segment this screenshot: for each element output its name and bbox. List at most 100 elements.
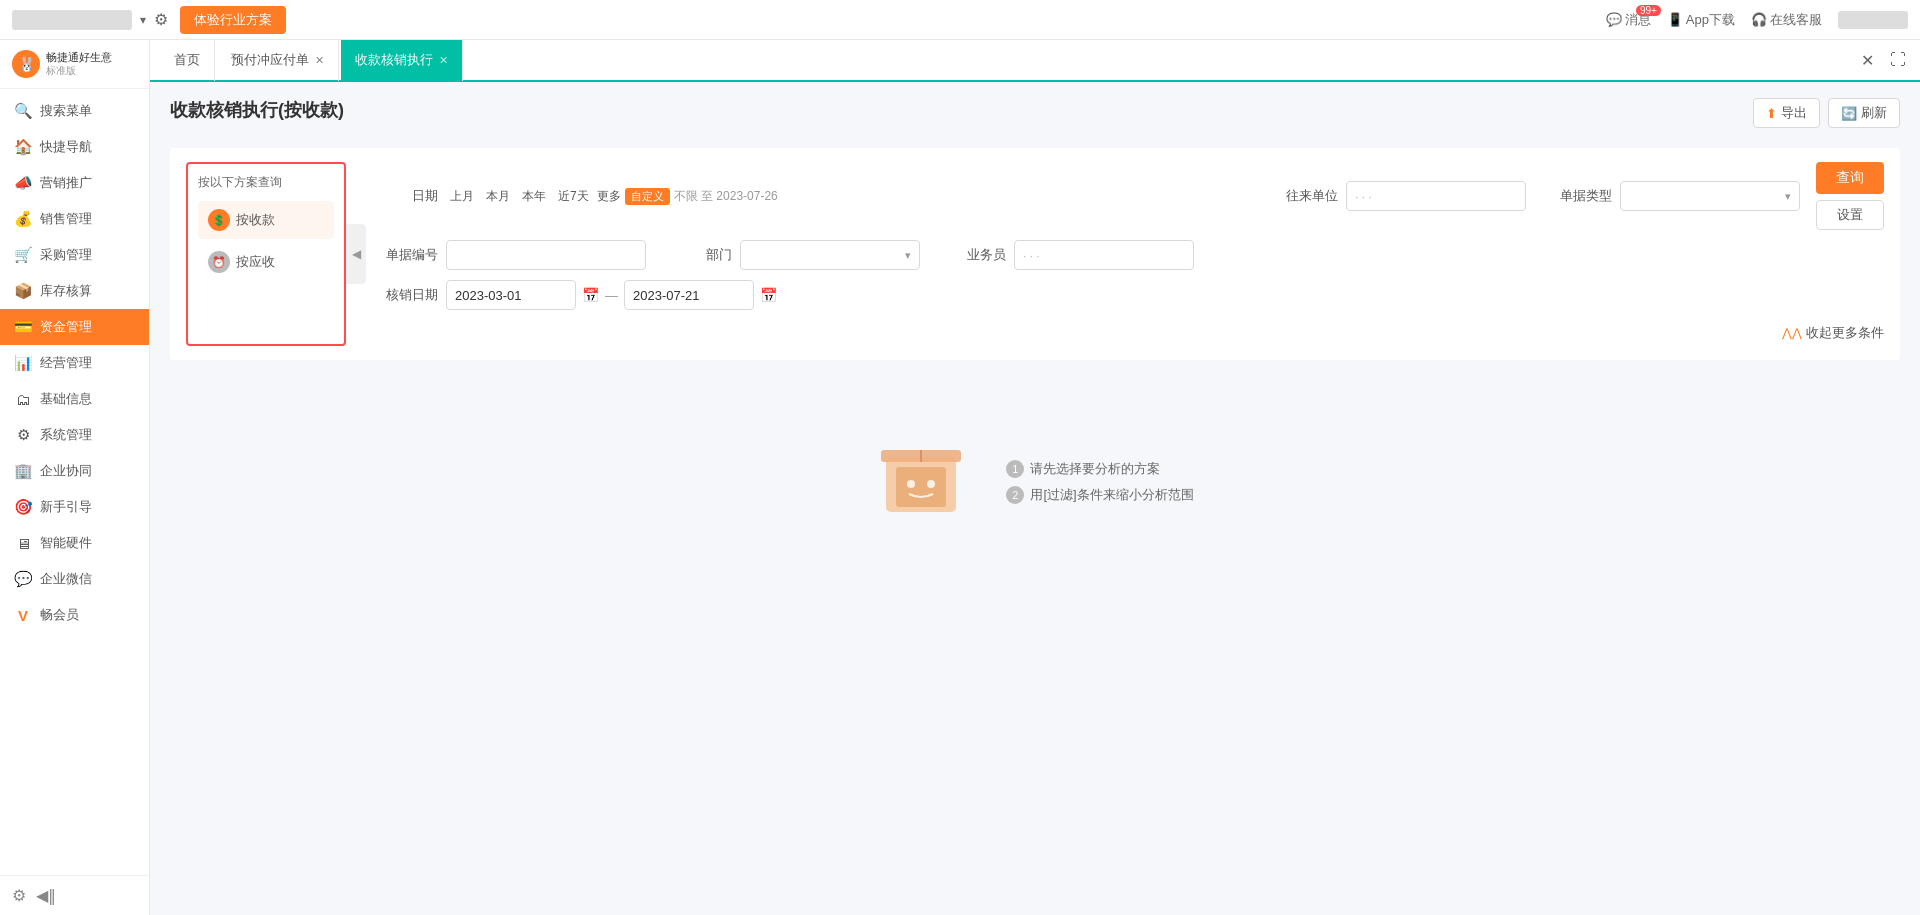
verify-date-start-input[interactable]	[446, 280, 576, 310]
tab-expand-button[interactable]: ⛶	[1886, 47, 1910, 74]
top-bar-dropdown-arrow[interactable]: ▾	[140, 13, 146, 27]
query-button[interactable]: 查询	[1816, 162, 1884, 194]
empty-hint-2: 2 用[过滤]条件来缩小分析范围	[1006, 486, 1193, 504]
receivable-icon: ⏰	[208, 251, 230, 273]
calendar-end-icon[interactable]: 📅	[760, 287, 777, 303]
partner-label: 往来单位	[1268, 187, 1338, 205]
sidebar-item-business[interactable]: 📊 经营管理	[0, 345, 149, 381]
tab-close-prepay[interactable]: ✕	[315, 54, 324, 67]
sidebar-logo-text: 畅捷通好生意 标准版	[46, 50, 112, 78]
partner-dots: ···	[1355, 189, 1375, 204]
hint-2-number: 2	[1006, 486, 1024, 504]
inventory-icon: 📦	[14, 282, 32, 300]
tab-close-collection[interactable]: ✕	[439, 54, 448, 67]
date-last-month[interactable]: 上月	[446, 186, 478, 207]
date-7days[interactable]: 近7天	[554, 186, 593, 207]
user-avatar[interactable]	[1838, 11, 1908, 29]
message-button[interactable]: 💬 消息 99+	[1606, 11, 1651, 29]
query-form: 日期 上月 本月 本年 近7天 更多 自定义 不限 至 2023-07-26	[378, 162, 1884, 346]
member-icon: V	[14, 607, 32, 624]
collapse-more-button[interactable]: ⋀⋀ 收起更多条件	[1782, 320, 1884, 346]
date-this-month[interactable]: 本月	[482, 186, 514, 207]
sidebar-bottom: ⚙ ◀‖	[0, 875, 149, 915]
filter-by-collection[interactable]: 💲 按收款	[198, 201, 334, 239]
tab-bar: 首页 预付冲应付单 ✕ 收款核销执行 ✕ ✕ ⛶	[150, 40, 1920, 82]
doc-type-select[interactable]: ▾	[1620, 181, 1800, 211]
collapse-left-icon: ◀	[352, 247, 361, 261]
doc-number-filter-group: 单据编号	[378, 240, 646, 270]
sidebar-item-wechat[interactable]: 💬 企业微信	[0, 561, 149, 597]
sidebar-item-nav[interactable]: 🏠 快捷导航	[0, 129, 149, 165]
hint-1-number: 1	[1006, 460, 1024, 478]
sidebar-item-marketing[interactable]: 📣 营销推广	[0, 165, 149, 201]
empty-texts: 1 请先选择要分析的方案 2 用[过滤]条件来缩小分析范围	[1006, 460, 1193, 504]
sidebar-item-base[interactable]: 🗂 基础信息	[0, 381, 149, 417]
wechat-icon: 💬	[14, 570, 32, 588]
date-label: 日期	[378, 187, 438, 205]
sidebar-item-guide[interactable]: 🎯 新手引导	[0, 489, 149, 525]
date-more[interactable]: 更多	[597, 188, 621, 205]
guide-icon: 🎯	[14, 498, 32, 516]
sidebar-item-search[interactable]: 🔍 搜索菜单	[0, 93, 149, 129]
hardware-icon: 🖥	[14, 535, 32, 552]
tab-prepay[interactable]: 预付冲应付单 ✕	[217, 40, 339, 81]
svg-point-2	[907, 480, 915, 488]
tab-collection[interactable]: 收款核销执行 ✕	[341, 40, 463, 81]
sidebar-item-system[interactable]: ⚙ 系统管理	[0, 417, 149, 453]
collapse-sidebar-icon[interactable]: ◀‖	[36, 886, 56, 905]
export-button[interactable]: ⬆ 导出	[1753, 98, 1820, 128]
doc-type-filter-group: 单据类型 ▾	[1542, 181, 1800, 211]
tab-home[interactable]: 首页	[160, 40, 215, 81]
doc-type-label: 单据类型	[1542, 187, 1612, 205]
page-toolbar: ⬆ 导出 🔄 刷新	[1753, 98, 1900, 128]
top-bar-right: 💬 消息 99+ 📱 App下载 🎧 在线客服	[1606, 11, 1908, 29]
empty-hint-1: 1 请先选择要分析的方案	[1006, 460, 1193, 478]
verify-date-end-input[interactable]	[624, 280, 754, 310]
base-icon: 🗂	[14, 391, 32, 408]
empty-icon	[876, 432, 976, 532]
filter-by-receivable[interactable]: ⏰ 按应收	[198, 243, 334, 281]
staff-filter-group: 业务员 ···	[936, 240, 1194, 270]
home-icon: 🏠	[14, 138, 32, 156]
verify-date-input-group: 📅 — 📅	[446, 280, 777, 310]
date-filter-group: 日期 上月 本月 本年 近7天 更多 自定义 不限 至 2023-07-26	[378, 186, 778, 207]
business-icon: 📊	[14, 354, 32, 372]
sidebar-item-hardware[interactable]: 🖥 智能硬件	[0, 525, 149, 561]
settings-button[interactable]: 设置	[1816, 200, 1884, 230]
app-download-button[interactable]: 📱 App下载	[1667, 11, 1735, 29]
collapse-more-label: 收起更多条件	[1806, 324, 1884, 342]
tab-close-all-button[interactable]: ✕	[1857, 47, 1878, 74]
department-select[interactable]: ▾	[740, 240, 920, 270]
main-layout: 🐰 畅捷通好生意 标准版 🔍 搜索菜单 🏠 快捷导航 📣 营销推广 💰 销售管理	[0, 40, 1920, 915]
solution-button[interactable]: 体验行业方案	[180, 6, 286, 34]
calendar-start-icon[interactable]: 📅	[582, 287, 599, 303]
refresh-icon: 🔄	[1841, 106, 1857, 121]
page-content: 收款核销执行(按收款) ⬆ 导出 🔄 刷新 按以下方	[150, 82, 1920, 915]
gear-icon[interactable]: ⚙	[154, 10, 168, 29]
svg-rect-1	[896, 467, 946, 507]
online-service-button[interactable]: 🎧 在线客服	[1751, 11, 1822, 29]
staff-dots: ···	[1023, 248, 1043, 263]
staff-select[interactable]: ···	[1014, 240, 1194, 270]
sidebar-item-sales[interactable]: 💰 销售管理	[0, 201, 149, 237]
app-icon: 📱	[1667, 12, 1683, 27]
collection-icon: 💲	[208, 209, 230, 231]
sidebar-item-finance[interactable]: 💳 资金管理	[0, 309, 149, 345]
partner-select[interactable]: ···	[1346, 181, 1526, 211]
sidebar-item-member[interactable]: V 畅会员	[0, 597, 149, 633]
date-this-year[interactable]: 本年	[518, 186, 550, 207]
custom-date-badge[interactable]: 自定义	[625, 188, 670, 205]
doc-number-input[interactable]	[446, 240, 646, 270]
purchase-icon: 🛒	[14, 246, 32, 264]
content-area: 首页 预付冲应付单 ✕ 收款核销执行 ✕ ✕ ⛶ 收款核销执行(按收款)	[150, 40, 1920, 915]
page-title: 收款核销执行(按收款)	[170, 98, 344, 122]
filter-row-1: 日期 上月 本月 本年 近7天 更多 自定义 不限 至 2023-07-26	[378, 162, 1884, 230]
sidebar-item-purchase[interactable]: 🛒 采购管理	[0, 237, 149, 273]
department-filter-group: 部门 ▾	[662, 240, 920, 270]
refresh-button[interactable]: 🔄 刷新	[1828, 98, 1900, 128]
sidebar-item-inventory[interactable]: 📦 库存核算	[0, 273, 149, 309]
settings-icon[interactable]: ⚙	[12, 886, 26, 905]
filter-collapse-button[interactable]: ◀	[346, 224, 366, 284]
sidebar-item-enterprise[interactable]: 🏢 企业协同	[0, 453, 149, 489]
collapse-more-icon: ⋀⋀	[1782, 326, 1802, 340]
